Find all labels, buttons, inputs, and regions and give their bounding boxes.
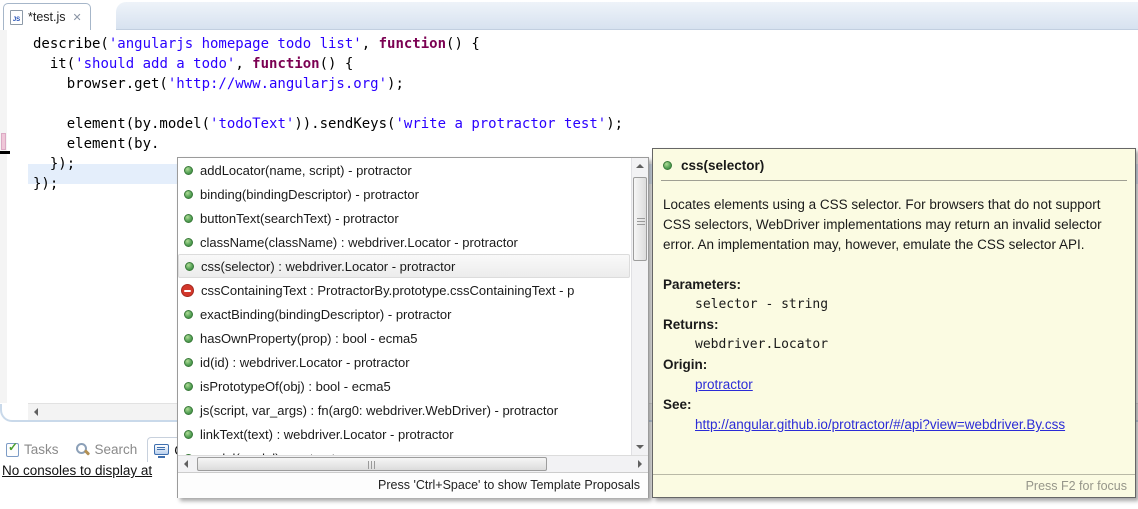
doc-title: css(selector): [681, 158, 764, 173]
completion-item[interactable]: addLocator(name, script) - protractor: [178, 158, 648, 182]
method-icon: [184, 430, 193, 439]
js-file-icon: JS: [10, 10, 23, 25]
method-icon: [184, 382, 193, 391]
completion-list[interactable]: addLocator(name, script) - protractor bi…: [178, 158, 648, 455]
search-tab-label: Search: [95, 442, 138, 457]
caret-marker: [0, 151, 10, 154]
completion-item[interactable]: id(id) : webdriver.Locator - protractor: [178, 350, 648, 374]
thumb-grip: [637, 216, 645, 225]
method-icon: [184, 166, 193, 175]
tab-search[interactable]: Search: [69, 437, 148, 462]
editor-tabbar: JS *test.js ✕: [0, 0, 1138, 30]
method-icon: [184, 190, 193, 199]
content-assist-popup: addLocator(name, script) - protractor bi…: [177, 157, 649, 498]
code-line: describe('angularjs homepage todo list',…: [28, 34, 1138, 54]
completion-item[interactable]: cssContainingText : ProtractorBy.prototy…: [178, 278, 648, 302]
tabbar-fill: [116, 2, 1138, 30]
left-arrow-icon: [34, 408, 38, 416]
returns-value: webdriver.Locator: [653, 335, 1135, 355]
scroll-left-button[interactable]: [178, 456, 194, 472]
scroll-left-button[interactable]: [28, 404, 44, 420]
method-icon: [184, 406, 193, 415]
search-icon: [75, 442, 90, 457]
completion-item[interactable]: linkText(text) : webdriver.Locator - pro…: [178, 422, 648, 446]
parameters-label: Parameters:: [653, 275, 1135, 295]
close-icon[interactable]: ✕: [73, 11, 82, 24]
doc-description: Locates elements using a CSS selector. F…: [663, 195, 1125, 255]
method-icon: [184, 310, 193, 319]
tasks-icon: [6, 443, 19, 457]
code-line: element(by.model('todoText')).sendKeys('…: [28, 114, 1138, 134]
completion-item-selected[interactable]: css(selector) : webdriver.Locator - prot…: [178, 254, 630, 278]
console-icon: [154, 444, 169, 455]
completion-item[interactable]: binding(bindingDescriptor) - protractor: [178, 182, 648, 206]
completion-item[interactable]: model(model) - protractor: [178, 446, 648, 455]
method-icon: [663, 161, 672, 170]
vertical-scroll-thumb[interactable]: [633, 177, 647, 261]
scroll-down-button[interactable]: [632, 439, 648, 455]
completion-item[interactable]: exactBinding(bindingDescriptor) - protra…: [178, 302, 648, 326]
see-label: See:: [653, 395, 1135, 415]
completion-item[interactable]: isPrototypeOf(obj) : bool - ecma5: [178, 374, 648, 398]
doc-footer-hint: Press F2 for focus: [653, 474, 1135, 497]
tab-tasks[interactable]: Tasks: [0, 437, 69, 462]
doc-header: css(selector): [653, 149, 1135, 178]
completion-horizontal-scrollbar[interactable]: [178, 455, 648, 472]
console-status-message: No consoles to display at: [2, 463, 152, 478]
completion-item[interactable]: className(className) : webdriver.Locator…: [178, 230, 648, 254]
completion-status-hint: Press 'Ctrl+Space' to show Template Prop…: [178, 472, 648, 498]
tasks-tab-label: Tasks: [24, 442, 59, 457]
left-arrow-icon: [184, 460, 188, 468]
doc-divider: [661, 180, 1127, 181]
scroll-right-button[interactable]: [632, 456, 648, 472]
occurrence-marker: [1, 133, 6, 150]
method-icon: [184, 238, 193, 247]
scroll-up-button[interactable]: [632, 158, 648, 174]
horizontal-scroll-thumb[interactable]: [197, 457, 547, 471]
eclipse-workbench: JS *test.js ✕ describe('angularjs homepa…: [0, 0, 1138, 509]
returns-label: Returns:: [653, 315, 1135, 335]
method-icon: [184, 358, 193, 367]
javadoc-hover-popup: css(selector) Locates elements using a C…: [652, 148, 1136, 498]
method-icon: [184, 214, 193, 223]
editor-annotation-ruler[interactable]: [0, 30, 27, 403]
method-icon: [185, 262, 194, 271]
parameters-value: selector - string: [653, 295, 1135, 315]
origin-link[interactable]: protractor: [695, 377, 753, 392]
code-line: it('should add a todo', function() {: [28, 54, 1138, 74]
thumb-grip: [368, 461, 377, 469]
completion-item[interactable]: buttonText(searchText) - protractor: [178, 206, 648, 230]
origin-label: Origin:: [653, 355, 1135, 375]
forbidden-icon: [181, 284, 194, 297]
editor-tab-testjs[interactable]: JS *test.js ✕: [3, 3, 91, 30]
code-line: [28, 94, 1138, 114]
code-line: browser.get('http://www.angularjs.org');: [28, 74, 1138, 94]
completion-item[interactable]: js(script, var_args) : fn(arg0: webdrive…: [178, 398, 648, 422]
completion-item[interactable]: hasOwnProperty(prop) : bool - ecma5: [178, 326, 648, 350]
up-arrow-icon: [636, 164, 644, 168]
completion-vertical-scrollbar[interactable]: [631, 158, 648, 455]
right-arrow-icon: [638, 460, 642, 468]
method-icon: [184, 334, 193, 343]
editor-tab-title: *test.js: [28, 10, 66, 24]
doc-sections: Parameters: selector - string Returns: w…: [653, 275, 1135, 435]
see-link[interactable]: http://angular.github.io/protractor/#/ap…: [695, 417, 1065, 432]
down-arrow-icon: [636, 445, 644, 449]
